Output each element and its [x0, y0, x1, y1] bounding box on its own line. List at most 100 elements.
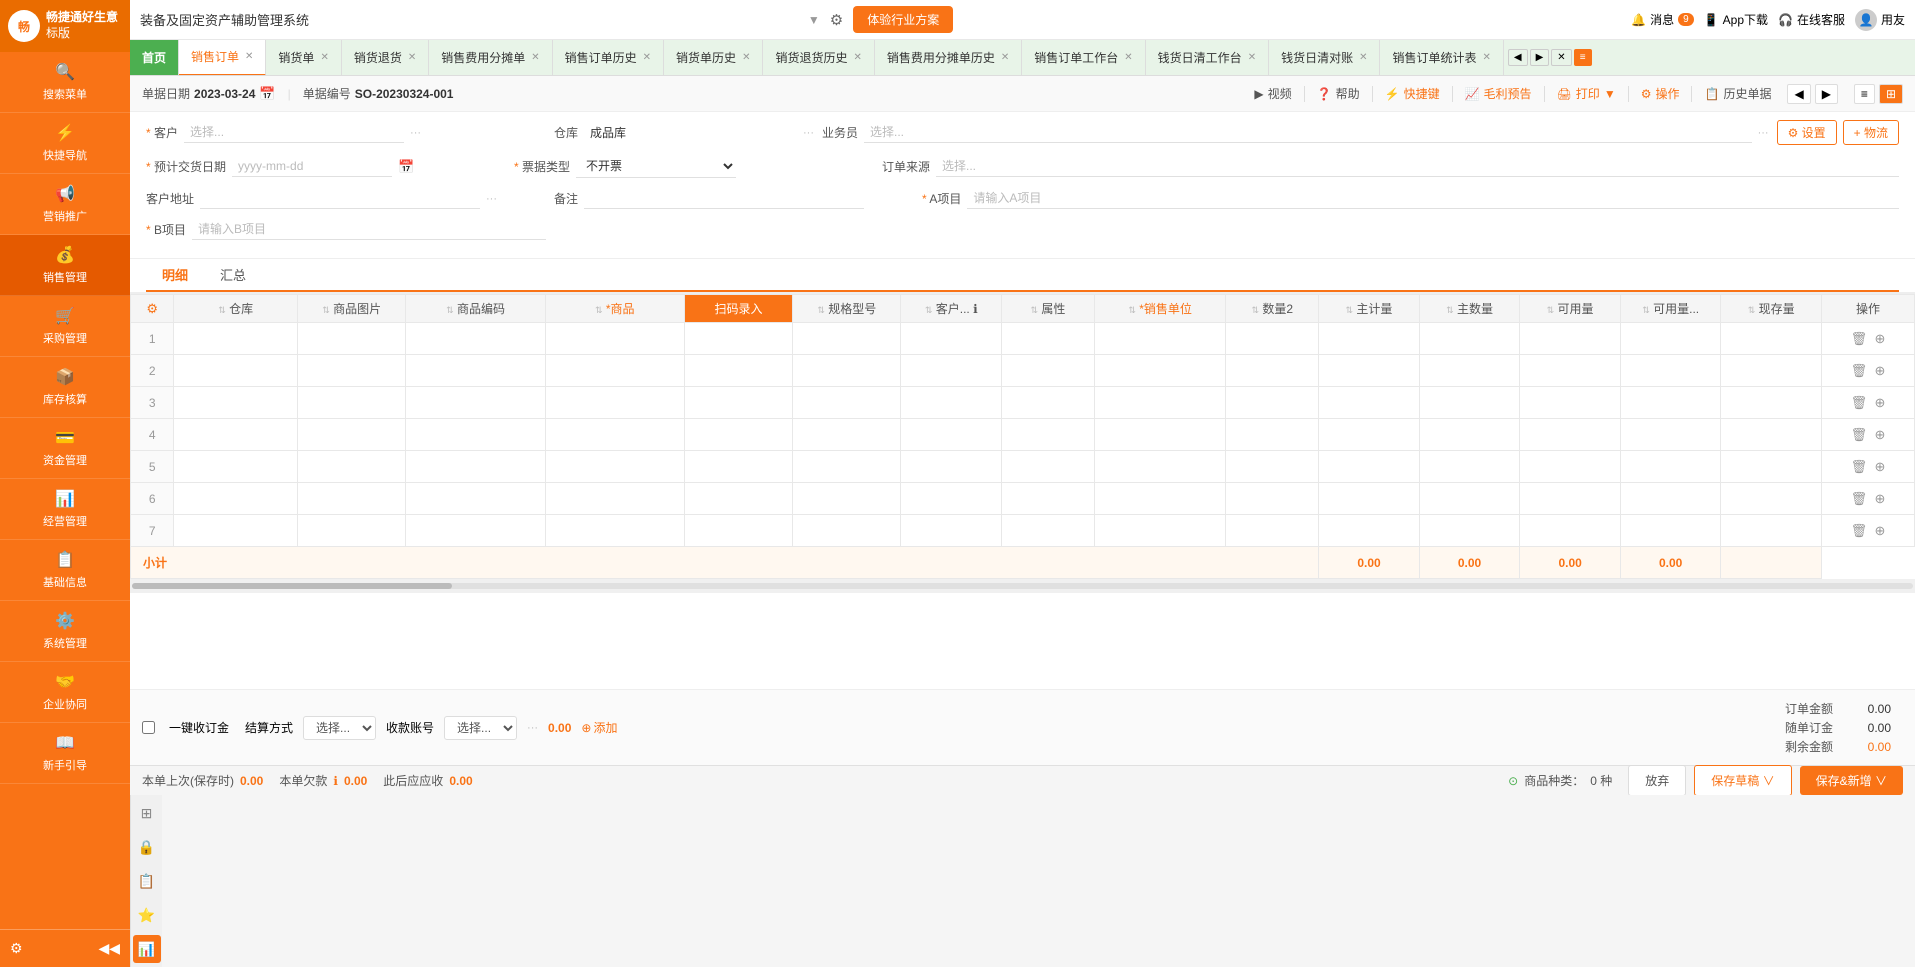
tab-cash-workbench[interactable]: 钱货日清工作台 ✕ [1146, 40, 1269, 76]
row-copy-btn[interactable]: ⊕ [1872, 362, 1887, 380]
th-code[interactable]: ⇅ 商品编码 [406, 295, 545, 323]
cell-available2[interactable] [1620, 387, 1721, 419]
cell-image[interactable] [298, 515, 406, 547]
cell-warehouse[interactable] [174, 515, 298, 547]
cell-qty2[interactable] [1226, 451, 1319, 483]
cell-available[interactable] [1520, 419, 1621, 451]
tab-cash-reconcile[interactable]: 钱货日清对账 ✕ [1269, 40, 1380, 76]
right-panel-icon-5[interactable]: 📊 [133, 935, 161, 963]
cell-available2[interactable] [1620, 451, 1721, 483]
right-panel-icon-4[interactable]: ⭐ [133, 901, 161, 929]
row-delete-btn[interactable]: 🗑 [1849, 394, 1870, 412]
cell-available[interactable] [1520, 387, 1621, 419]
row-copy-btn[interactable]: ⊕ [1872, 330, 1887, 348]
nav-next-btn[interactable]: ▶ [1815, 84, 1838, 104]
tab-prev-btn[interactable]: ◀ [1508, 49, 1528, 66]
row-copy-btn[interactable]: ⊕ [1872, 426, 1887, 444]
sidebar-item-management[interactable]: 📊 经营管理 [0, 479, 130, 540]
toolbar-shortcut[interactable]: ⚡ 快捷键 [1385, 85, 1440, 102]
cell-main-unit[interactable] [1319, 515, 1420, 547]
cell-product[interactable] [545, 323, 684, 355]
settings-btn[interactable]: ⚙ 设置 [1777, 120, 1837, 145]
tab-order-workbench[interactable]: 销售订单工作台 ✕ [1022, 40, 1145, 76]
cell-image[interactable] [298, 323, 406, 355]
row-delete-btn[interactable]: 🗑 [1849, 426, 1870, 444]
address-input[interactable] [200, 188, 480, 209]
sidebar-item-cooperation[interactable]: 🤝 企业协同 [0, 662, 130, 723]
cell-main-unit[interactable] [1319, 387, 1420, 419]
th-available[interactable]: ⇅ 可用量 [1520, 295, 1621, 323]
cell-scan[interactable] [684, 355, 792, 387]
cell-stock[interactable] [1721, 387, 1822, 419]
sidebar-item-marketing[interactable]: 📢 营销推广 [0, 174, 130, 235]
cell-spec[interactable] [793, 419, 901, 451]
tab-sales-return[interactable]: 销货退货 ✕ [342, 40, 429, 76]
cell-available2[interactable] [1620, 323, 1721, 355]
cell-qty2[interactable] [1226, 355, 1319, 387]
add-item-btn[interactable]: + 物流 [1843, 120, 1899, 145]
cell-main-qty[interactable] [1419, 323, 1520, 355]
cell-unit[interactable] [1094, 387, 1226, 419]
sidebar-item-inventory[interactable]: 📦 库存核算 [0, 357, 130, 418]
toolbar-print[interactable]: 🖨 打印 ▼ [1557, 85, 1616, 102]
cell-stock[interactable] [1721, 355, 1822, 387]
cell-product[interactable] [545, 355, 684, 387]
cell-customer-code[interactable] [901, 515, 1002, 547]
a-project-input[interactable] [967, 188, 1899, 209]
row-delete-btn[interactable]: 🗑 [1849, 490, 1870, 508]
cell-stock[interactable] [1721, 451, 1822, 483]
tab-next-btn[interactable]: ▶ [1530, 49, 1550, 66]
tab-order-history[interactable]: 销售订单历史 ✕ [553, 40, 664, 76]
order-source-input[interactable] [936, 156, 1899, 177]
cell-attr[interactable] [1002, 483, 1095, 515]
tab-close-icon[interactable]: ✕ [1359, 52, 1367, 63]
th-available2[interactable]: ⇅ 可用量... [1620, 295, 1721, 323]
delivery-input[interactable] [232, 156, 392, 177]
staff-more-icon[interactable]: ··· [1758, 127, 1769, 139]
cell-spec[interactable] [793, 355, 901, 387]
th-qty2[interactable]: ⇅ 数量2 [1226, 295, 1319, 323]
tab-order-stats[interactable]: 销售订单统计表 ✕ [1380, 40, 1503, 76]
row-copy-btn[interactable]: ⊕ [1872, 458, 1887, 476]
cell-unit[interactable] [1094, 419, 1226, 451]
cell-image[interactable] [298, 355, 406, 387]
cell-image[interactable] [298, 419, 406, 451]
cell-qty2[interactable] [1226, 515, 1319, 547]
cell-available2[interactable] [1620, 419, 1721, 451]
cell-product[interactable] [545, 387, 684, 419]
cell-scan[interactable] [684, 387, 792, 419]
tab-close-icon[interactable]: ✕ [1483, 52, 1491, 63]
cell-attr[interactable] [1002, 451, 1095, 483]
th-stock[interactable]: ⇅ 现存量 [1721, 295, 1822, 323]
cell-main-qty[interactable] [1419, 387, 1520, 419]
settings-icon[interactable]: ⚙ [830, 11, 843, 29]
tab-close-icon[interactable]: ✕ [408, 52, 416, 63]
cell-warehouse[interactable] [174, 355, 298, 387]
tab-detail[interactable]: 明细 [146, 259, 204, 292]
cell-stock[interactable] [1721, 323, 1822, 355]
cell-spec[interactable] [793, 483, 901, 515]
th-product[interactable]: ⇅ *商品 [545, 295, 684, 323]
horizontal-scrollbar[interactable] [130, 579, 1915, 593]
cell-available[interactable] [1520, 323, 1621, 355]
cell-customer-code[interactable] [901, 323, 1002, 355]
cell-customer-code[interactable] [901, 483, 1002, 515]
right-panel-icon-1[interactable]: ⊞ [133, 799, 161, 827]
cell-main-qty[interactable] [1419, 515, 1520, 547]
right-panel-icon-3[interactable]: 📋 [133, 867, 161, 895]
collapse-icon[interactable]: ◀◀ [98, 940, 120, 957]
th-main-unit[interactable]: ⇅ 主计量 [1319, 295, 1420, 323]
toolbar-history[interactable]: 📋 历史单据 [1704, 85, 1771, 102]
add-payment-btn[interactable]: ⊕ 添加 [581, 719, 617, 736]
delivery-calendar-icon[interactable]: 📅 [398, 159, 414, 175]
staff-input[interactable] [864, 122, 1752, 143]
notification-item[interactable]: 🔔 消息 9 [1631, 11, 1694, 28]
toolbar-video[interactable]: ▶ 视频 [1254, 85, 1291, 102]
warehouse-more-icon[interactable]: ··· [803, 127, 814, 139]
cell-scan[interactable] [684, 323, 792, 355]
th-attr[interactable]: ⇅ 属性 [1002, 295, 1095, 323]
cell-warehouse[interactable] [174, 419, 298, 451]
th-warehouse[interactable]: ⇅ 仓库 [174, 295, 298, 323]
cell-product[interactable] [545, 419, 684, 451]
cell-main-unit[interactable] [1319, 483, 1420, 515]
